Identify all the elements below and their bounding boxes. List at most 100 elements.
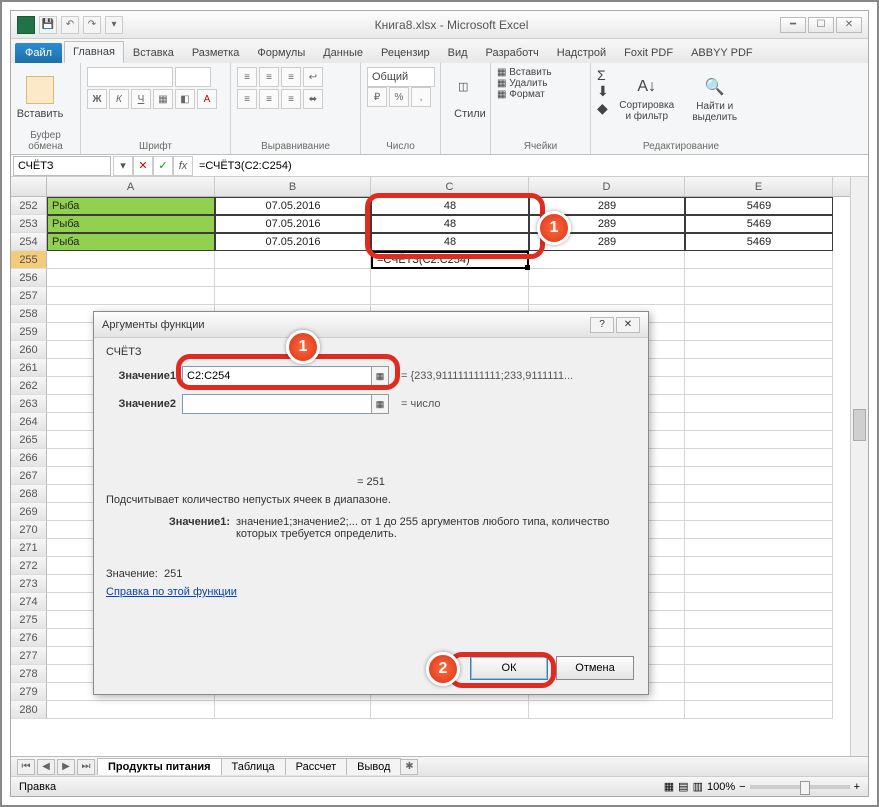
arg2-range-picker-icon[interactable]: ▦ [371, 394, 389, 414]
align-center[interactable]: ≡ [259, 89, 279, 109]
cell[interactable] [685, 431, 833, 449]
cell[interactable]: 07.05.2016 [215, 233, 371, 251]
cell[interactable] [529, 701, 685, 719]
dialog-close-icon[interactable]: ✕ [616, 317, 640, 333]
row-header[interactable]: 260 [11, 341, 47, 359]
cell[interactable] [685, 485, 833, 503]
tab-nav-next-icon[interactable]: ▶ [57, 759, 75, 775]
align-bot[interactable]: ≡ [281, 67, 301, 87]
row-header[interactable]: 270 [11, 521, 47, 539]
font-size[interactable] [175, 67, 211, 87]
cancel-formula-icon[interactable]: ✕ [133, 156, 153, 176]
vertical-scrollbar[interactable] [850, 177, 868, 756]
row-header[interactable]: 278 [11, 665, 47, 683]
cell[interactable] [47, 269, 215, 287]
minimize-button[interactable]: ━ [780, 17, 806, 33]
cell[interactable] [215, 701, 371, 719]
view-break-icon[interactable]: ▥ [693, 780, 703, 793]
arg1-range-picker-icon[interactable]: ▦ [371, 366, 389, 386]
row-header[interactable]: 271 [11, 539, 47, 557]
sheet-tab-3[interactable]: Вывод [346, 758, 401, 775]
fillcolor-button[interactable]: ◧ [175, 89, 195, 109]
close-button[interactable]: ✕ [836, 17, 862, 33]
row-header[interactable]: 261 [11, 359, 47, 377]
cell[interactable] [685, 503, 833, 521]
cell[interactable]: Рыба [47, 233, 215, 251]
ok-button[interactable]: ОК [470, 656, 548, 680]
cell[interactable] [685, 359, 833, 377]
cell[interactable] [685, 647, 833, 665]
row-header[interactable]: 274 [11, 593, 47, 611]
cell[interactable] [685, 683, 833, 701]
cell[interactable] [685, 323, 833, 341]
cell[interactable] [685, 521, 833, 539]
cells-format[interactable]: ▦ Формат [497, 89, 584, 100]
cell[interactable] [685, 251, 833, 269]
cell[interactable] [47, 701, 215, 719]
row-header[interactable]: 252 [11, 197, 47, 215]
tab-nav-prev-icon[interactable]: ◀ [37, 759, 55, 775]
cell[interactable] [685, 395, 833, 413]
redo-icon[interactable]: ↷ [83, 16, 101, 34]
fx-button[interactable]: fx [173, 156, 193, 176]
sheet-tab-active[interactable]: Продукты питания [97, 758, 222, 775]
cell[interactable] [685, 341, 833, 359]
cell[interactable]: 07.05.2016 [215, 197, 371, 215]
row-header[interactable]: 275 [11, 611, 47, 629]
bold-button[interactable]: Ж [87, 89, 107, 109]
cell[interactable] [685, 665, 833, 683]
tab-addins[interactable]: Надстрой [548, 42, 615, 63]
active-cell[interactable]: =СЧЁТЗ(C2:C254) [371, 251, 529, 269]
tab-developer[interactable]: Разработч [477, 42, 548, 63]
sheet-tab-1[interactable]: Таблица [221, 758, 286, 775]
cell[interactable] [371, 701, 529, 719]
cell[interactable] [529, 287, 685, 305]
tab-insert[interactable]: Вставка [124, 42, 183, 63]
tab-nav-first-icon[interactable]: ⏮ [17, 759, 35, 775]
align-mid[interactable]: ≡ [259, 67, 279, 87]
cell[interactable]: 48 [371, 215, 529, 233]
cell[interactable] [529, 251, 685, 269]
cell[interactable]: 5469 [685, 233, 833, 251]
cell[interactable]: 48 [371, 197, 529, 215]
cell[interactable] [685, 539, 833, 557]
cancel-button[interactable]: Отмена [556, 656, 634, 680]
undo-icon[interactable]: ↶ [61, 16, 79, 34]
border-button[interactable]: ▦ [153, 89, 173, 109]
tab-abbyy[interactable]: ABBYY PDF [682, 42, 762, 63]
row-header[interactable]: 272 [11, 557, 47, 575]
cell[interactable]: 48 [371, 233, 529, 251]
row-header[interactable]: 256 [11, 269, 47, 287]
row-header[interactable]: 267 [11, 467, 47, 485]
cell[interactable] [371, 287, 529, 305]
cell[interactable] [685, 305, 833, 323]
cell[interactable] [685, 287, 833, 305]
formula-input[interactable]: =СЧЁТЗ(C2:C254) [193, 160, 868, 172]
tab-home[interactable]: Главная [64, 41, 124, 63]
col-E[interactable]: E [685, 177, 833, 196]
row-header[interactable]: 258 [11, 305, 47, 323]
cell[interactable]: 5469 [685, 215, 833, 233]
cell[interactable]: Рыба [47, 197, 215, 215]
sheet-tab-2[interactable]: Рассчет [285, 758, 348, 775]
zoom-out-icon[interactable]: − [739, 781, 745, 793]
row-header[interactable]: 277 [11, 647, 47, 665]
cell[interactable] [685, 449, 833, 467]
cell[interactable] [685, 593, 833, 611]
zoom-slider[interactable] [750, 785, 850, 789]
row-header[interactable]: 273 [11, 575, 47, 593]
styles-button[interactable]: ◫ Стили [447, 67, 493, 133]
cell[interactable] [685, 701, 833, 719]
zoom-in-icon[interactable]: + [854, 781, 860, 793]
row-header[interactable]: 264 [11, 413, 47, 431]
cell[interactable] [47, 251, 215, 269]
enter-formula-icon[interactable]: ✓ [153, 156, 173, 176]
row-header[interactable]: 268 [11, 485, 47, 503]
paste-button[interactable]: Вставить [17, 67, 63, 128]
cell[interactable] [685, 377, 833, 395]
fontcolor-button[interactable]: A [197, 89, 217, 109]
tab-view[interactable]: Вид [439, 42, 477, 63]
cell[interactable] [371, 269, 529, 287]
number-format[interactable]: Общий [367, 67, 435, 87]
dialog-help-icon[interactable]: ? [590, 317, 614, 333]
